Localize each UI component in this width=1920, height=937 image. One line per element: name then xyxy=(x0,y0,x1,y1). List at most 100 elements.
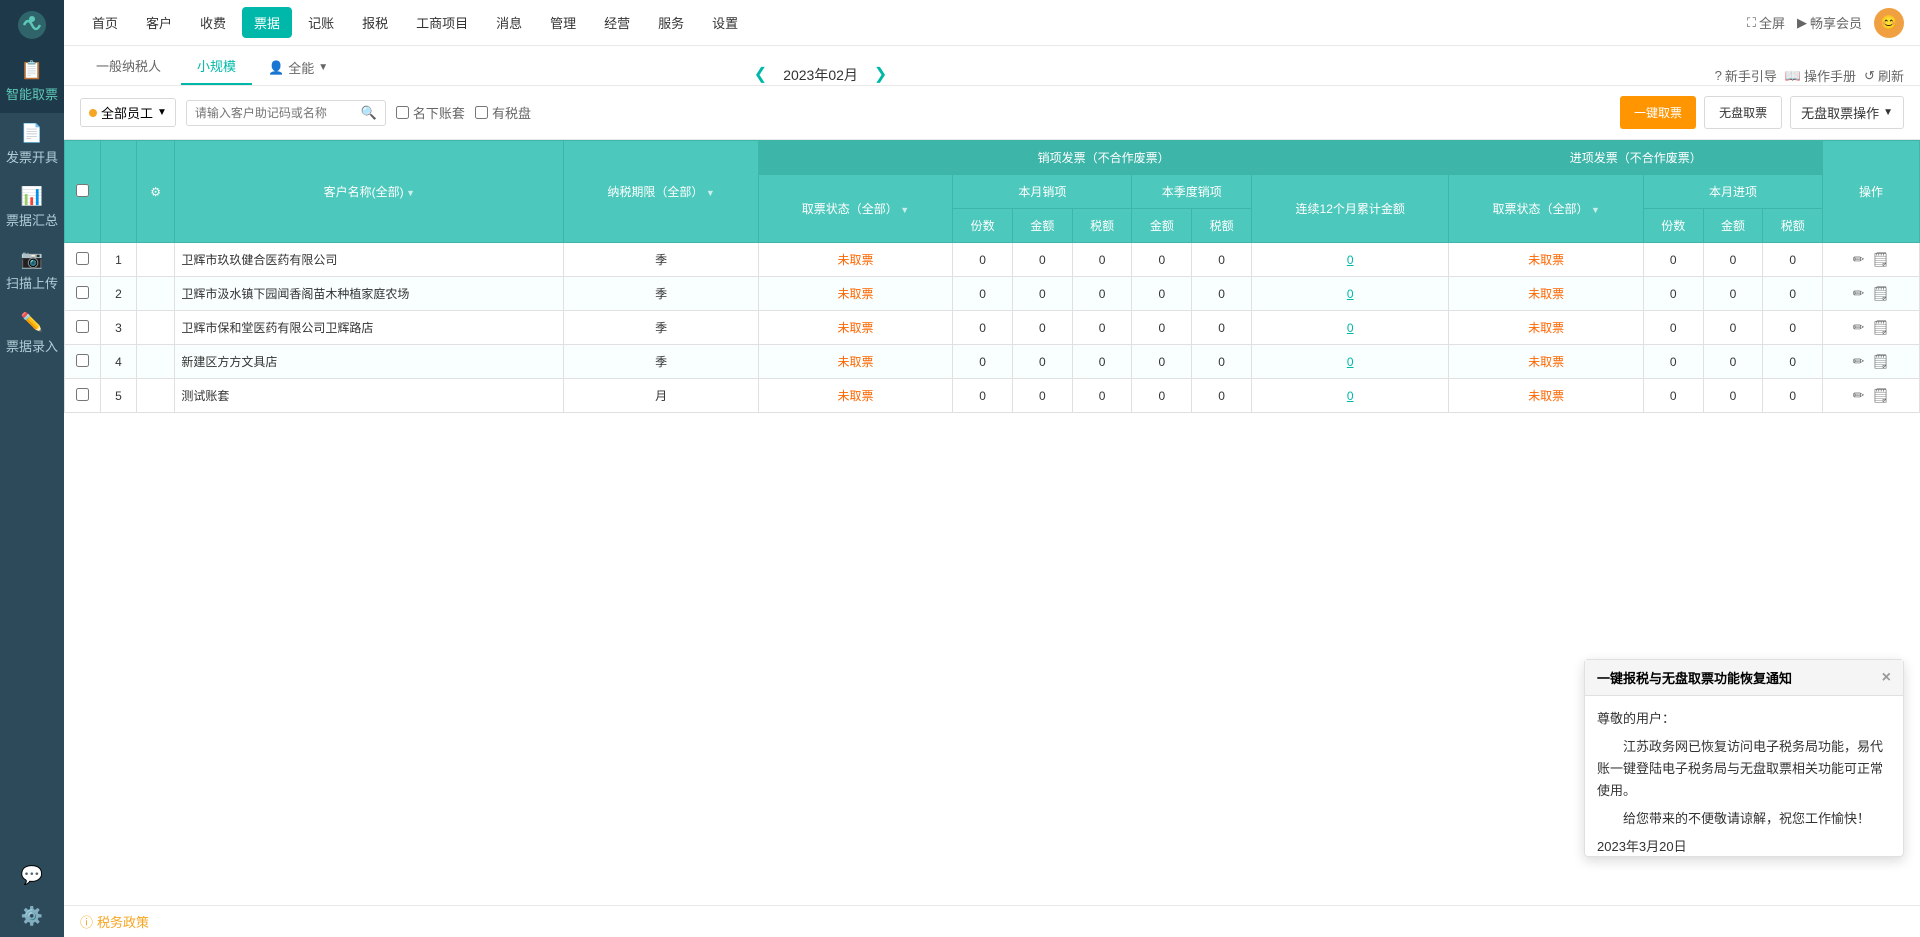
row-sales-12m[interactable]: 0 xyxy=(1251,311,1449,345)
row-sales-quarter-jine: 0 xyxy=(1132,277,1192,311)
th-tax-period[interactable]: 纳税期限（全部） xyxy=(564,141,758,243)
nav-item-accounting[interactable]: 记账 xyxy=(296,7,346,38)
th-sales-month: 本月销项 xyxy=(953,175,1132,209)
select-all-checkbox[interactable] xyxy=(76,184,89,197)
nav-item-business[interactable]: 工商项目 xyxy=(404,7,480,38)
nav-item-service[interactable]: 服务 xyxy=(646,7,696,38)
refresh-btn[interactable]: ↺ 刷新 xyxy=(1864,66,1904,85)
tab-xiaogui[interactable]: 小规模 xyxy=(181,48,252,85)
avatar[interactable]: 😊 xyxy=(1874,8,1904,38)
view-icon[interactable]: 🗒 xyxy=(1872,251,1890,267)
table-row: 2 卫辉市汲水镇下园闻香阁苗木种植家庭农场 季 未取票 0 0 0 0 0 0 … xyxy=(65,277,1920,311)
row-check[interactable] xyxy=(65,277,101,311)
sidebar-item-fapiaokaiju[interactable]: 📄 发票开具 xyxy=(0,113,64,176)
nav-item-home[interactable]: 首页 xyxy=(80,7,130,38)
row-sales-12m[interactable]: 0 xyxy=(1251,345,1449,379)
next-month-btn[interactable]: ❯ xyxy=(874,67,887,83)
youshuipan-checkbox-label[interactable]: 有税盘 xyxy=(475,103,531,122)
nav-item-operate[interactable]: 经营 xyxy=(592,7,642,38)
fullscreen-btn[interactable]: ⛶ 全屏 xyxy=(1747,13,1785,32)
row-checkbox[interactable] xyxy=(76,354,89,367)
sidebar: 📋 智能取票 📄 发票开具 📊 票据汇总 📷 扫描上传 ✏️ 票据录入 💬 ⚙️ xyxy=(0,0,64,937)
notification-close-btn[interactable]: × xyxy=(1882,669,1891,687)
wupan-caozuo-btn[interactable]: 无盘取票操作 ▼ xyxy=(1790,96,1904,129)
th-client[interactable]: 客户名称(全部) xyxy=(175,141,564,243)
sidebar-item-saomiaoshangchuan[interactable]: 📷 扫描上传 xyxy=(0,239,64,302)
app-logo[interactable] xyxy=(0,0,64,50)
edit-icon[interactable]: ✏ xyxy=(1853,251,1865,267)
table-row: 1 卫辉市玖玖健合医药有限公司 季 未取票 0 0 0 0 0 0 未取票 0 … xyxy=(65,243,1920,277)
row-input-month-jine: 0 xyxy=(1703,379,1763,413)
search-icon[interactable]: 🔍 xyxy=(361,105,377,121)
row-check[interactable] xyxy=(65,379,101,413)
row-check[interactable] xyxy=(65,243,101,277)
row-sales-quarter-shuie: 0 xyxy=(1192,311,1252,345)
view-icon[interactable]: 🗒 xyxy=(1872,387,1890,403)
tutorial-btn[interactable]: ? 新手引导 xyxy=(1715,66,1777,85)
row-checkbox[interactable] xyxy=(76,252,89,265)
mingxia-checkbox[interactable] xyxy=(396,106,409,119)
edit-icon[interactable]: ✏ xyxy=(1853,319,1865,335)
nav-item-manage[interactable]: 管理 xyxy=(538,7,588,38)
row-sales-quarter-shuie: 0 xyxy=(1192,345,1252,379)
sidebar-item-label: 智能取票 xyxy=(6,84,58,103)
row-input-month-fenshu: 0 xyxy=(1643,345,1703,379)
nav-item-message[interactable]: 消息 xyxy=(484,7,534,38)
row-check[interactable] xyxy=(65,311,101,345)
nav-item-billing[interactable]: 收费 xyxy=(188,7,238,38)
nav-item-tax[interactable]: 报税 xyxy=(350,7,400,38)
row-input-status: 未取票 xyxy=(1449,277,1643,311)
wupan-quepiao-btn[interactable]: 无盘取票 xyxy=(1704,96,1782,129)
sidebar-item-settings[interactable]: ⚙️ xyxy=(21,896,43,937)
edit-icon[interactable]: ✏ xyxy=(1853,285,1865,301)
row-sales-month-jine: 0 xyxy=(1012,345,1072,379)
sidebar-item-piaojuhuizong[interactable]: 📊 票据汇总 xyxy=(0,176,64,239)
edit-icon[interactable]: ✏ xyxy=(1853,353,1865,369)
nav-item-settings[interactable]: 设置 xyxy=(700,7,750,38)
yijian-quepiao-btn[interactable]: 一键取票 xyxy=(1620,96,1696,129)
row-input-month-shuie: 0 xyxy=(1763,345,1823,379)
row-checkbox[interactable] xyxy=(76,286,89,299)
row-input-status: 未取票 xyxy=(1449,243,1643,277)
row-sales-12m[interactable]: 0 xyxy=(1251,243,1449,277)
nav-item-invoice[interactable]: 票据 xyxy=(242,7,292,38)
row-input-status: 未取票 xyxy=(1449,345,1643,379)
row-checkbox[interactable] xyxy=(76,320,89,333)
tab-yiban[interactable]: 一般纳税人 xyxy=(80,48,177,85)
row-sales-month-shuie: 0 xyxy=(1072,311,1132,345)
edit-icon[interactable]: ✏ xyxy=(1853,387,1865,403)
row-sales-12m[interactable]: 0 xyxy=(1251,379,1449,413)
sidebar-item-message[interactable]: 💬 xyxy=(21,855,43,896)
manual-btn[interactable]: 📖 操作手册 xyxy=(1785,66,1856,85)
row-input-status: 未取票 xyxy=(1449,311,1643,345)
sidebar-item-piaojuluru[interactable]: ✏️ 票据录入 xyxy=(0,302,64,365)
quanneng-icon: 👤 xyxy=(268,60,284,76)
nav-item-customer[interactable]: 客户 xyxy=(134,7,184,38)
th-input-status[interactable]: 取票状态（全部） xyxy=(1449,175,1643,243)
vip-btn[interactable]: ▶ 畅享会员 xyxy=(1797,13,1862,32)
row-sales-quarter-jine: 0 xyxy=(1132,379,1192,413)
th-sales-status[interactable]: 取票状态（全部） xyxy=(758,175,952,243)
row-sales-12m[interactable]: 0 xyxy=(1251,277,1449,311)
tab-quanneng[interactable]: 👤 全能 ▼ xyxy=(256,50,340,85)
employee-select[interactable]: 全部员工 ▼ xyxy=(80,98,176,127)
youshuipan-checkbox[interactable] xyxy=(475,106,488,119)
search-input[interactable] xyxy=(195,106,357,120)
row-settings xyxy=(137,345,175,379)
notification-scroll[interactable]: 尊敬的用户： 江苏政务网已恢复访问电子税务局功能，易代账一键登陆电子税务局与无盘… xyxy=(1585,696,1903,856)
status-text[interactable]: 税务政策 xyxy=(97,912,149,931)
view-icon[interactable]: 🗒 xyxy=(1872,353,1890,369)
status-icon: ⓘ xyxy=(80,912,93,931)
row-check[interactable] xyxy=(65,345,101,379)
sidebar-item-zhinengquepiao[interactable]: 📋 智能取票 xyxy=(0,50,64,113)
view-icon[interactable]: 🗒 xyxy=(1872,319,1890,335)
th-input-month-shuie: 税额 xyxy=(1763,209,1823,243)
row-actions: ✏ 🗒 xyxy=(1823,243,1920,277)
prev-month-btn[interactable]: ❮ xyxy=(754,67,767,83)
view-icon[interactable]: 🗒 xyxy=(1872,285,1890,301)
mingxia-checkbox-label[interactable]: 名下账套 xyxy=(396,103,465,122)
th-sales-quarter: 本季度销项 xyxy=(1132,175,1252,209)
row-checkbox[interactable] xyxy=(76,388,89,401)
row-actions: ✏ 🗒 xyxy=(1823,311,1920,345)
row-input-month-jine: 0 xyxy=(1703,243,1763,277)
